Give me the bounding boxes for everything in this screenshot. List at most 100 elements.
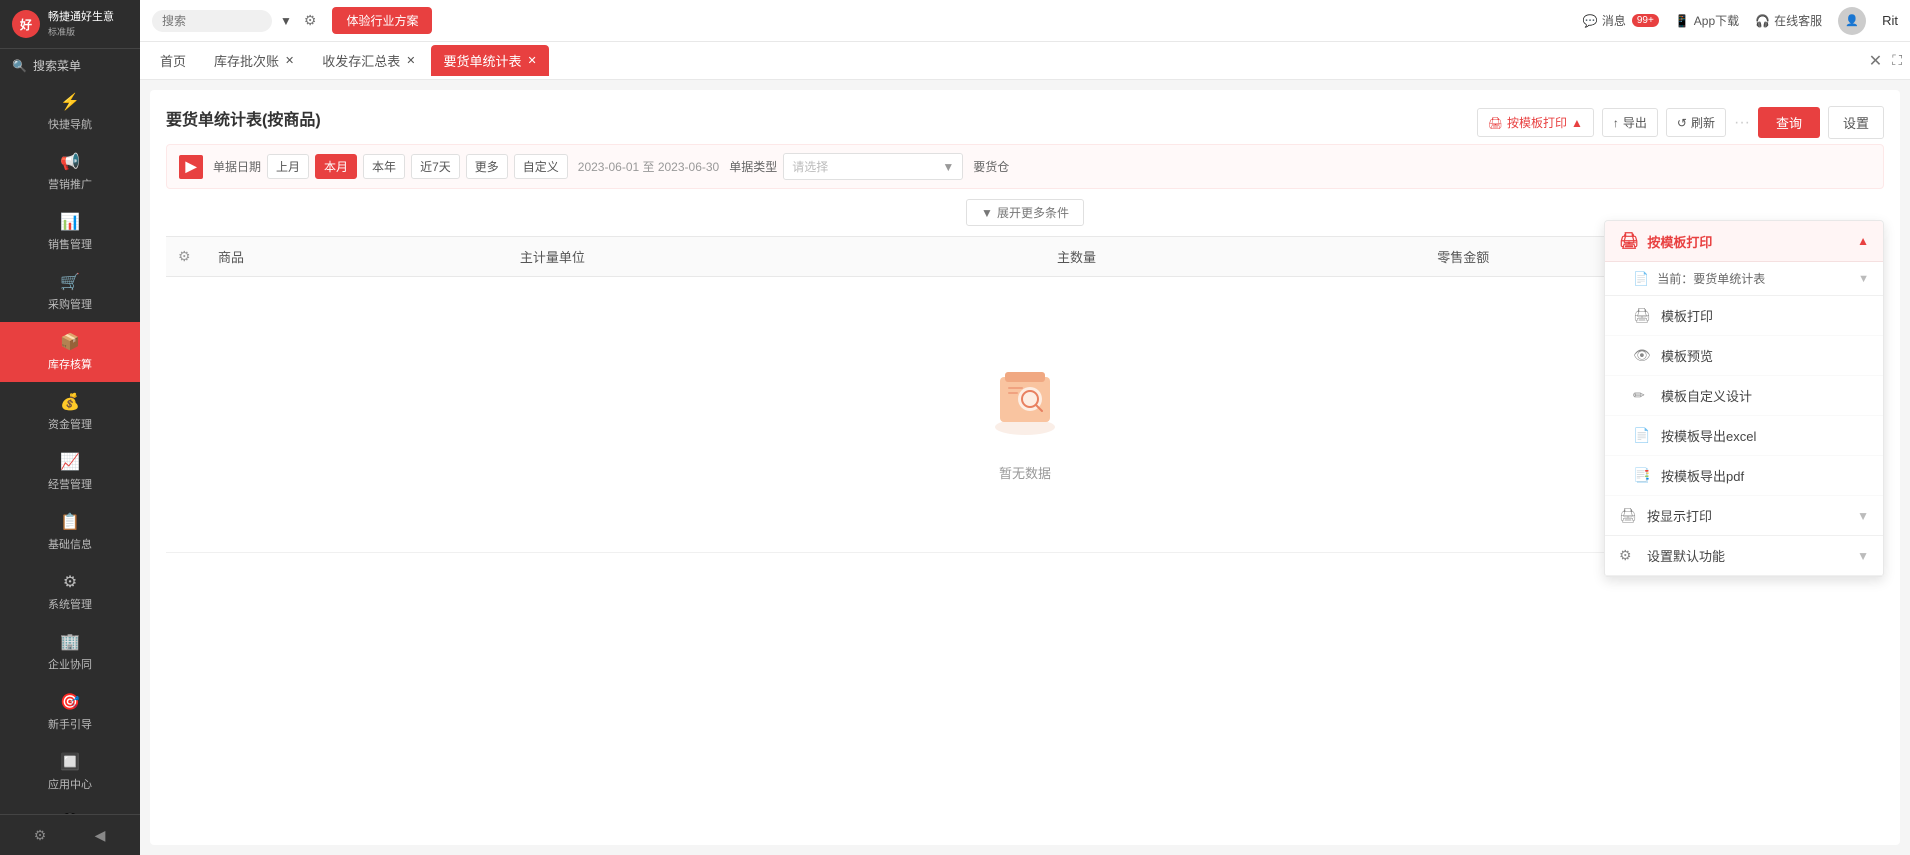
app-download-button[interactable]: 📱 App下载 — [1675, 12, 1739, 29]
dropdown-item-export-pdf[interactable]: 📑 按模板导出pdf — [1605, 456, 1883, 496]
template-design-label: 模板自定义设计 — [1661, 386, 1752, 405]
sidebar-item-inventory[interactable]: 📦 库存核算 — [0, 322, 140, 382]
template-preview-icon: 👁 — [1633, 347, 1651, 364]
sidebar-search[interactable]: 🔍 搜索菜单 — [0, 49, 140, 82]
more-options-icon[interactable]: ··· — [1734, 114, 1750, 132]
tab-collect-summary-close[interactable]: ✕ — [406, 54, 415, 67]
warehouse-filter-group: 要货仓 — [973, 158, 1009, 175]
type-filter-select[interactable]: 请选择 ▼ — [783, 153, 963, 180]
export-button[interactable]: ↑ 导出 — [1602, 108, 1658, 137]
guide-icon: 🎯 — [60, 692, 80, 712]
topbar-search-input[interactable] — [152, 10, 272, 32]
dropdown-section-display-print[interactable]: 🖨 按显示打印 ▼ — [1605, 496, 1883, 536]
page-title: 要货单统计表(按商品) — [166, 106, 321, 130]
sidebar-item-guide[interactable]: 🎯 新手引导 — [0, 682, 140, 742]
service-button[interactable]: 🎧 在线客服 — [1755, 12, 1822, 29]
nav-label: 基础信息 — [48, 536, 92, 552]
basic-icon: 📋 — [60, 512, 80, 532]
table-settings-icon[interactable]: ⚙ — [178, 248, 191, 264]
trial-button[interactable]: 体验行业方案 — [332, 7, 432, 34]
date-btn-current-month[interactable]: 本月 — [315, 154, 357, 179]
template-print-button[interactable]: 🖨 按模板打印 ▲ — [1477, 108, 1594, 137]
sidebar-item-system[interactable]: ⚙ 系统管理 — [0, 562, 140, 622]
main-content: ▼ ⚙ 体验行业方案 💬 消息 99+ 📱 App下载 🎧 在线客服 👤 Rit — [140, 0, 1910, 855]
template-print-item-label: 模板打印 — [1661, 306, 1713, 325]
messages-button[interactable]: 💬 消息 99+ — [1583, 12, 1659, 29]
dropdown-title: 按模板打印 — [1647, 232, 1712, 251]
dropdown-item-export-excel[interactable]: 📄 按模板导出excel — [1605, 416, 1883, 456]
tab-inventory-batch-close[interactable]: ✕ — [285, 54, 294, 67]
sidebar-item-basic[interactable]: 📋 基础信息 — [0, 502, 140, 562]
scroll-up-button[interactable]: ⚙ — [30, 825, 50, 845]
nav-label: 资金管理 — [48, 416, 92, 432]
search-icon: 🔍 — [12, 59, 27, 73]
type-filter-group: 单据类型 请选择 ▼ — [729, 153, 963, 180]
tabbar: 首页 库存批次账 ✕ 收发存汇总表 ✕ 要货单统计表 ✕ ✕ ⛶ — [140, 42, 1910, 80]
sidebar-item-enterprise[interactable]: 🏢 企业协同 — [0, 622, 140, 682]
topbar-gear-icon[interactable]: ⚙ — [304, 12, 317, 29]
empty-text: 暂无数据 — [999, 463, 1051, 482]
date-btn-more[interactable]: 更多 — [466, 154, 508, 179]
dropdown-arrow-icon: ▼ — [280, 14, 292, 28]
sidebar-nav: ⚡ 快捷导航 📢 营销推广 📊 销售管理 🛒 采购管理 📦 库存核算 💰 资金管… — [0, 82, 140, 814]
search-label: 搜索菜单 — [33, 57, 81, 74]
finance-icon: 💰 — [60, 392, 80, 412]
sidebar-item-business[interactable]: 📈 经营管理 — [0, 442, 140, 502]
topbar-nav-dropdown[interactable]: ▼ — [280, 14, 292, 28]
tab-order-stats[interactable]: 要货单统计表 ✕ — [431, 45, 548, 76]
set-default-arrow: ▼ — [1857, 549, 1869, 563]
nav-label: 快捷导航 — [48, 116, 92, 132]
toolbar-expand-button[interactable]: ▶ — [179, 155, 203, 179]
user-avatar[interactable]: 👤 — [1838, 7, 1866, 35]
filter-toolbar: ▶ 单据日期 上月 本月 本年 近7天 更多 自定义 2023-06-01 至 … — [166, 144, 1884, 189]
sidebar-item-finance[interactable]: 💰 资金管理 — [0, 382, 140, 442]
purchase-icon: 🛒 — [60, 272, 80, 292]
tab-collect-summary-label: 收发存汇总表 — [322, 51, 400, 70]
type-filter-arrow: ▼ — [942, 160, 954, 174]
dropdown-header[interactable]: 🖨 按模板打印 ▲ — [1605, 221, 1883, 262]
dropdown-item-template-preview[interactable]: 👁 模板预览 — [1605, 336, 1883, 376]
business-icon: 📈 — [60, 452, 80, 472]
topbar-right: 💬 消息 99+ 📱 App下载 🎧 在线客服 👤 Rit — [1583, 7, 1898, 35]
scroll-down-button[interactable]: ◀ — [90, 825, 110, 845]
date-btn-last-7-days[interactable]: 近7天 — [411, 154, 460, 179]
enterprise-icon: 🏢 — [60, 632, 80, 652]
sidebar-bottom: ⚙ ◀ — [0, 814, 140, 855]
tabbar-expand-button[interactable]: ⛶ — [1892, 52, 1902, 69]
dropdown-item-template-print[interactable]: 🖨 模板打印 — [1605, 296, 1883, 336]
tabbar-close-button[interactable]: ✕ — [1869, 51, 1882, 71]
date-btn-current-year[interactable]: 本年 — [363, 154, 405, 179]
type-placeholder: 请选择 — [792, 158, 828, 175]
date-btn-custom[interactable]: 自定义 — [514, 154, 568, 179]
sidebar-item-wechat[interactable]: 💬 企业微信 — [0, 802, 140, 814]
sidebar-item-quick-nav[interactable]: ⚡ 快捷导航 — [0, 82, 140, 142]
set-default-label: 设置默认功能 — [1647, 546, 1725, 565]
date-filter-label: 单据日期 — [213, 158, 261, 175]
settings-button[interactable]: 设置 — [1828, 106, 1884, 139]
tab-order-stats-close[interactable]: ✕ — [528, 54, 537, 67]
marketing-icon: 📢 — [60, 152, 80, 172]
tab-home[interactable]: 首页 — [148, 45, 198, 76]
expand-more-button[interactable]: ▼ 展开更多条件 — [966, 199, 1084, 226]
template-print-arrow: ▲ — [1571, 116, 1583, 130]
dropdown-section-set-default[interactable]: ⚙ 设置默认功能 ▼ — [1605, 536, 1883, 576]
sidebar-item-sales[interactable]: 📊 销售管理 — [0, 202, 140, 262]
dropdown-current-template[interactable]: 📄 当前：要货单统计表 ▼ — [1605, 262, 1883, 296]
sidebar-item-apps[interactable]: 🔲 应用中心 — [0, 742, 140, 802]
tab-inventory-batch[interactable]: 库存批次账 ✕ — [202, 45, 306, 76]
template-print-label: 按模板打印 — [1507, 114, 1567, 131]
query-button[interactable]: 查询 — [1758, 107, 1820, 138]
apps-icon: 🔲 — [60, 752, 80, 772]
sidebar-item-purchase[interactable]: 🛒 采购管理 — [0, 262, 140, 322]
refresh-button[interactable]: ↺ 刷新 — [1666, 108, 1726, 137]
nav-label: 库存核算 — [48, 356, 92, 372]
dropdown-item-template-design[interactable]: ✏ 模板自定义设计 — [1605, 376, 1883, 416]
sidebar-item-marketing[interactable]: 📢 营销推广 — [0, 142, 140, 202]
date-btn-last-month[interactable]: 上月 — [267, 154, 309, 179]
sales-icon: 📊 — [60, 212, 80, 232]
tab-collect-summary[interactable]: 收发存汇总表 ✕ — [310, 45, 427, 76]
app-icon: 📱 — [1675, 14, 1690, 28]
quick-nav-icon: ⚡ — [60, 92, 80, 112]
nav-label: 经营管理 — [48, 476, 92, 492]
app-label: App下载 — [1694, 12, 1739, 29]
